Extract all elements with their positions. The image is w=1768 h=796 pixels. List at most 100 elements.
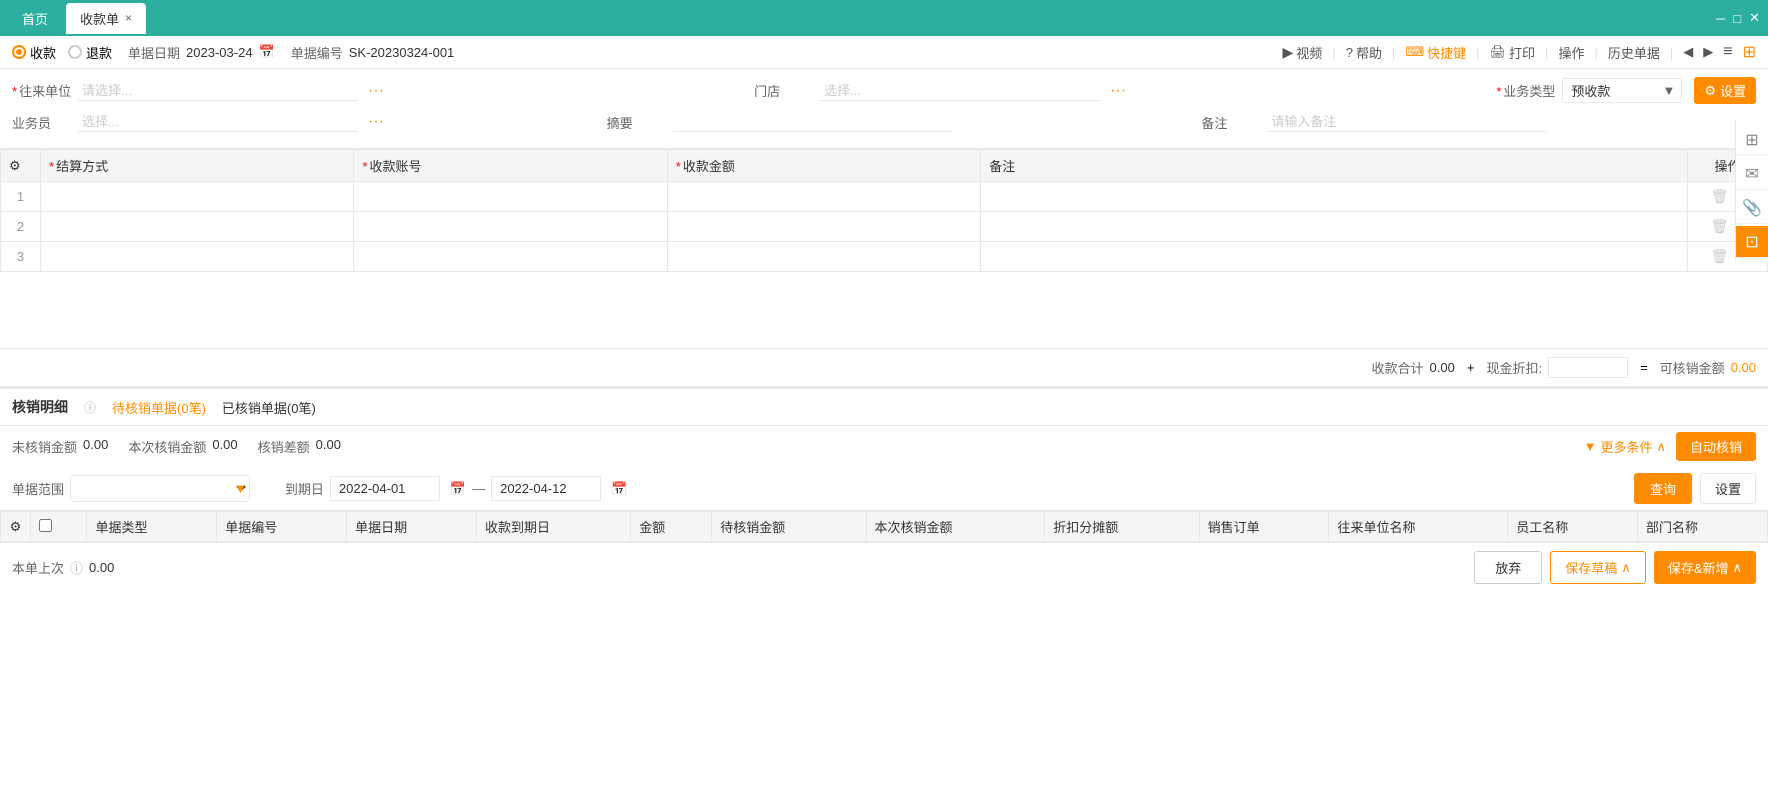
window-close[interactable]: ✕ [1749, 10, 1760, 26]
tab-close-icon[interactable]: × [125, 11, 132, 25]
auto-verify-btn[interactable]: 自动核销 [1676, 432, 1756, 461]
toolbar-history[interactable]: 历史单据 [1608, 43, 1660, 62]
save-draft-arrow-icon: ∧ [1621, 560, 1631, 576]
table-gear-icon[interactable]: ⚙ [9, 158, 21, 173]
row-1-settle[interactable] [41, 182, 354, 212]
row-2-account[interactable] [354, 212, 667, 242]
range-select[interactable] [70, 475, 250, 502]
toolbar-shortcut[interactable]: ⌨ 快捷键 [1405, 43, 1466, 62]
save-draft-button[interactable]: 保存草稿 ∧ [1550, 551, 1646, 584]
table-row: 3 🗑 ⧉ [1, 242, 1768, 272]
doc-date-field: 单据日期 2023-03-24 📅 [128, 43, 275, 62]
toolbar-nav-prev[interactable]: ◀ [1683, 44, 1693, 60]
data-table-header: ⚙ 单据类型 单据编号 单据日期 收款到期日 金额 待核销金额 本次核销金额 折… [1, 512, 1768, 542]
toolbar-menu[interactable]: ≡ [1723, 43, 1732, 61]
radio-refund[interactable]: 退款 [68, 43, 112, 62]
toolbar-operation[interactable]: 操作 [1558, 43, 1584, 62]
more-filter-btn[interactable]: ▼ 更多条件 ∧ [1584, 437, 1666, 456]
tab-home[interactable]: 首页 [8, 3, 62, 34]
available-summary: 可核销金额 0.00 [1660, 358, 1756, 377]
row-2-delete-icon[interactable]: 🗑 [1711, 218, 1729, 235]
counterparty-more-icon[interactable]: ··· [368, 82, 384, 100]
th-doc-date: 单据日期 [347, 512, 477, 542]
tab-receipt[interactable]: 收款单 × [66, 3, 146, 34]
side-table-icon[interactable]: ⊞ [1736, 124, 1768, 156]
toolbar-help[interactable]: ? 帮助 [1346, 43, 1382, 62]
dropdown-arrow-icon: ▼ [1662, 83, 1675, 98]
diff-stat: 核销差额 0.00 [258, 437, 341, 456]
done-tab-link[interactable]: 已核销单据(0笔) [222, 398, 316, 417]
th-check-box[interactable] [31, 512, 87, 542]
settings-button[interactable]: ⚙ 设置 [1694, 77, 1756, 104]
counterparty-input[interactable] [78, 81, 358, 101]
filter-row: 单据范围 ▼ 到期日 📅 — 📅 查询 设置 [0, 467, 1768, 511]
side-email-icon[interactable]: ✉ [1736, 158, 1768, 190]
th-amount: 金额 [631, 512, 712, 542]
side-scan-icon[interactable]: ⊡ [1736, 226, 1768, 258]
toolbar-print[interactable]: 🖨 打印 [1490, 43, 1536, 62]
window-restore[interactable]: □ [1733, 11, 1741, 26]
footer-right: 放弃 保存草稿 ∧ 保存&新增 ∧ [1474, 551, 1756, 584]
toolbar-actions: ▶ 视频 | ? 帮助 | ⌨ 快捷键 | 🖨 打印 | 操作 | [1283, 42, 1756, 62]
row-3-delete-icon[interactable]: 🗑 [1711, 248, 1729, 265]
business-type-label: 业务类型 [1496, 81, 1556, 100]
main-content: 收款 退款 单据日期 2023-03-24 📅 单据编号 SK-20230324… [0, 36, 1768, 796]
discount-label: 现金折扣: [1486, 358, 1542, 377]
row-1-amount[interactable] [667, 182, 980, 212]
calendar-from-icon[interactable]: 📅 [450, 481, 466, 497]
toolbar-nav-next[interactable]: ▶ [1703, 44, 1713, 60]
business-type-value: 预收款 [1571, 84, 1610, 99]
query-button[interactable]: 查询 [1634, 473, 1692, 504]
side-clip-icon[interactable]: 📎 [1736, 192, 1768, 224]
row-1-remark[interactable] [981, 182, 1688, 212]
row-1-delete-icon[interactable]: 🗑 [1711, 188, 1729, 205]
row-3-remark[interactable] [981, 242, 1688, 272]
salesperson-more-icon[interactable]: ··· [368, 113, 384, 131]
salesperson-input[interactable] [78, 112, 358, 132]
th-department: 部门名称 [1638, 512, 1768, 542]
doc-no-field: 单据编号 SK-20230324-001 [291, 43, 455, 62]
verification-info-icon[interactable]: ⓘ [84, 399, 96, 416]
calendar-icon[interactable]: 📅 [259, 44, 275, 60]
remark-input[interactable] [1267, 112, 1547, 132]
row-2-settle[interactable] [41, 212, 354, 242]
verification-title: 核销明细 [12, 397, 68, 417]
summary-field: 摘要 [607, 112, 1162, 132]
discount-input[interactable] [1548, 357, 1628, 378]
info-icon-footer[interactable]: ⓘ [70, 558, 83, 577]
save-draft-label: 保存草稿 [1565, 558, 1617, 577]
business-type-dropdown[interactable]: 预收款 ▼ [1562, 78, 1682, 103]
top-toolbar: 收款 退款 单据日期 2023-03-24 📅 单据编号 SK-20230324… [0, 36, 1768, 69]
row-2-remark[interactable] [981, 212, 1688, 242]
doc-date-value[interactable]: 2023-03-24 [186, 45, 253, 60]
radio-receive[interactable]: 收款 [12, 43, 56, 62]
row-2-amount[interactable] [667, 212, 980, 242]
store-more-icon[interactable]: ··· [1110, 82, 1126, 100]
calendar-to-icon[interactable]: 📅 [611, 481, 627, 497]
store-input[interactable] [820, 81, 1100, 101]
query-label: 查询 [1650, 482, 1676, 497]
toolbar-video[interactable]: ▶ 视频 [1283, 43, 1323, 62]
row-1-account[interactable] [354, 182, 667, 212]
footer-left: 本单上次 ⓘ 0.00 [12, 558, 114, 577]
save-new-button[interactable]: 保存&新增 ∧ [1654, 551, 1756, 584]
row-3-amount[interactable] [667, 242, 980, 272]
gear-icon-small[interactable]: ⚙ [10, 519, 22, 534]
date-to-input[interactable] [491, 476, 601, 501]
window-minimize[interactable]: ─ [1716, 11, 1725, 26]
row-3-settle[interactable] [41, 242, 354, 272]
date-from-input[interactable] [330, 476, 440, 501]
equals-sign: = [1640, 360, 1648, 375]
counterparty-field: 往来单位 ··· [12, 81, 714, 101]
summary-input[interactable] [673, 112, 953, 132]
row-3-account[interactable] [354, 242, 667, 272]
select-all-checkbox[interactable] [39, 519, 52, 532]
discard-button[interactable]: 放弃 [1474, 551, 1542, 584]
table-row: 1 🗑 ⧉ [1, 182, 1768, 212]
pending-tab-link[interactable]: 待核销单据(0笔) [112, 398, 206, 417]
doc-no-value: SK-20230324-001 [349, 45, 455, 60]
toolbar-grid[interactable]: ⊞ [1743, 42, 1756, 62]
table-gear-header[interactable]: ⚙ [1, 150, 41, 182]
bottom-section: 核销明细 ⓘ 待核销单据(0笔) 已核销单据(0笔) 未核销金额 0.00 本次… [0, 387, 1768, 542]
table-settings-button[interactable]: 设置 [1700, 473, 1756, 504]
